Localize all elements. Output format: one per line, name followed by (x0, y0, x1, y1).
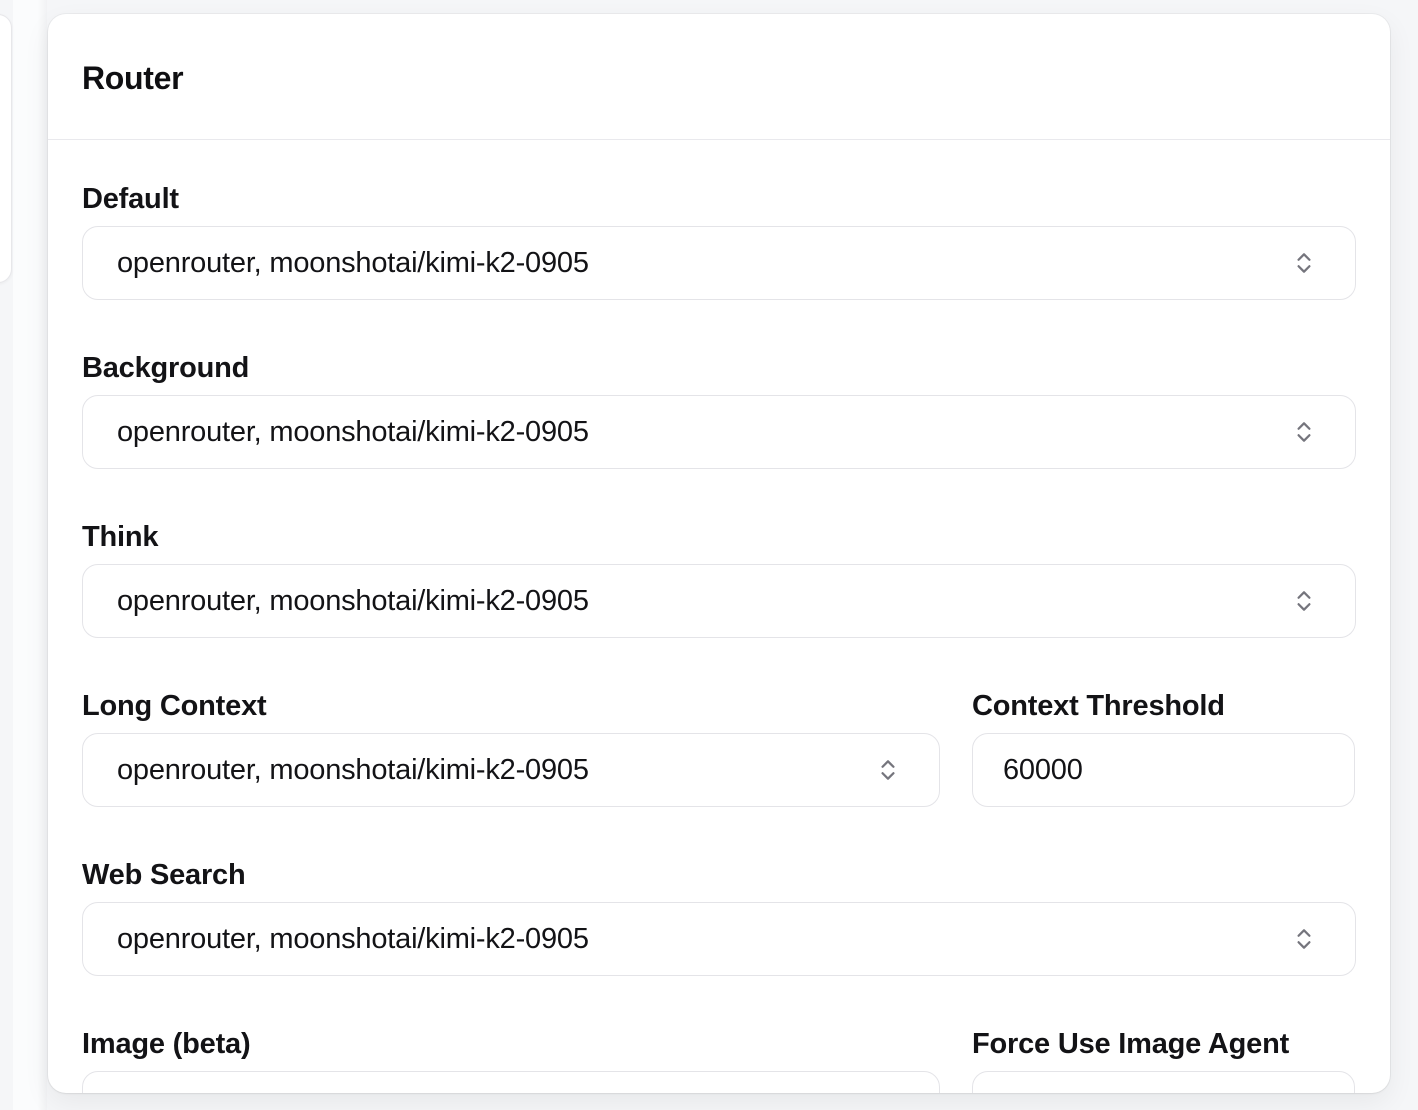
force-use-image-agent-label: Force Use Image Agent (972, 1028, 1290, 1060)
background-label: Background (82, 352, 250, 384)
field-force-use-image-agent: Force Use Image Agent (972, 1026, 1355, 1093)
context-threshold-input[interactable] (972, 733, 1355, 807)
chevron-up-down-icon (881, 760, 895, 780)
field-long-context-row: Long Context openrouter, moonshotai/kimi… (82, 688, 1356, 807)
field-image: Image (beta) (82, 1026, 940, 1093)
card-body: Default openrouter, moonshotai/kimi-k2-0… (48, 140, 1390, 1093)
image-select[interactable] (82, 1071, 940, 1093)
field-context-threshold: Context Threshold (972, 688, 1355, 807)
background-select-value: openrouter, moonshotai/kimi-k2-0905 (117, 415, 589, 448)
field-long-context: Long Context openrouter, moonshotai/kimi… (82, 688, 940, 807)
web-search-select-value: openrouter, moonshotai/kimi-k2-0905 (117, 922, 589, 955)
think-select-value: openrouter, moonshotai/kimi-k2-0905 (117, 584, 589, 617)
think-label: Think (82, 521, 159, 553)
web-search-label: Web Search (82, 859, 246, 891)
field-background: Background openrouter, moonshotai/kimi-k… (82, 350, 1356, 469)
field-think: Think openrouter, moonshotai/kimi-k2-090… (82, 519, 1356, 638)
long-context-select-value: openrouter, moonshotai/kimi-k2-0905 (117, 753, 589, 786)
chevron-up-down-icon (1297, 422, 1311, 442)
field-image-row: Image (beta) Force Use Image Agent (82, 1026, 1356, 1093)
left-partial-card (0, 14, 12, 283)
long-context-label: Long Context (82, 690, 267, 722)
force-use-image-agent-input[interactable] (972, 1071, 1355, 1093)
router-settings-card: Router Default openrouter, moonshotai/ki… (48, 14, 1390, 1093)
background-select[interactable]: openrouter, moonshotai/kimi-k2-0905 (82, 395, 1356, 469)
chevron-up-down-icon (1297, 253, 1311, 273)
default-select-value: openrouter, moonshotai/kimi-k2-0905 (117, 246, 589, 279)
image-label: Image (beta) (82, 1028, 251, 1060)
think-select[interactable]: openrouter, moonshotai/kimi-k2-0905 (82, 564, 1356, 638)
long-context-select[interactable]: openrouter, moonshotai/kimi-k2-0905 (82, 733, 940, 807)
field-default: Default openrouter, moonshotai/kimi-k2-0… (82, 181, 1356, 300)
page-title: Router (82, 60, 184, 96)
chevron-up-down-icon (1297, 929, 1311, 949)
background-gutter (13, 0, 47, 1110)
web-search-select[interactable]: openrouter, moonshotai/kimi-k2-0905 (82, 902, 1356, 976)
card-header: Router (48, 14, 1390, 140)
default-select[interactable]: openrouter, moonshotai/kimi-k2-0905 (82, 226, 1356, 300)
chevron-up-down-icon (1297, 591, 1311, 611)
field-web-search: Web Search openrouter, moonshotai/kimi-k… (82, 857, 1356, 976)
context-threshold-label: Context Threshold (972, 690, 1225, 722)
default-label: Default (82, 183, 179, 215)
